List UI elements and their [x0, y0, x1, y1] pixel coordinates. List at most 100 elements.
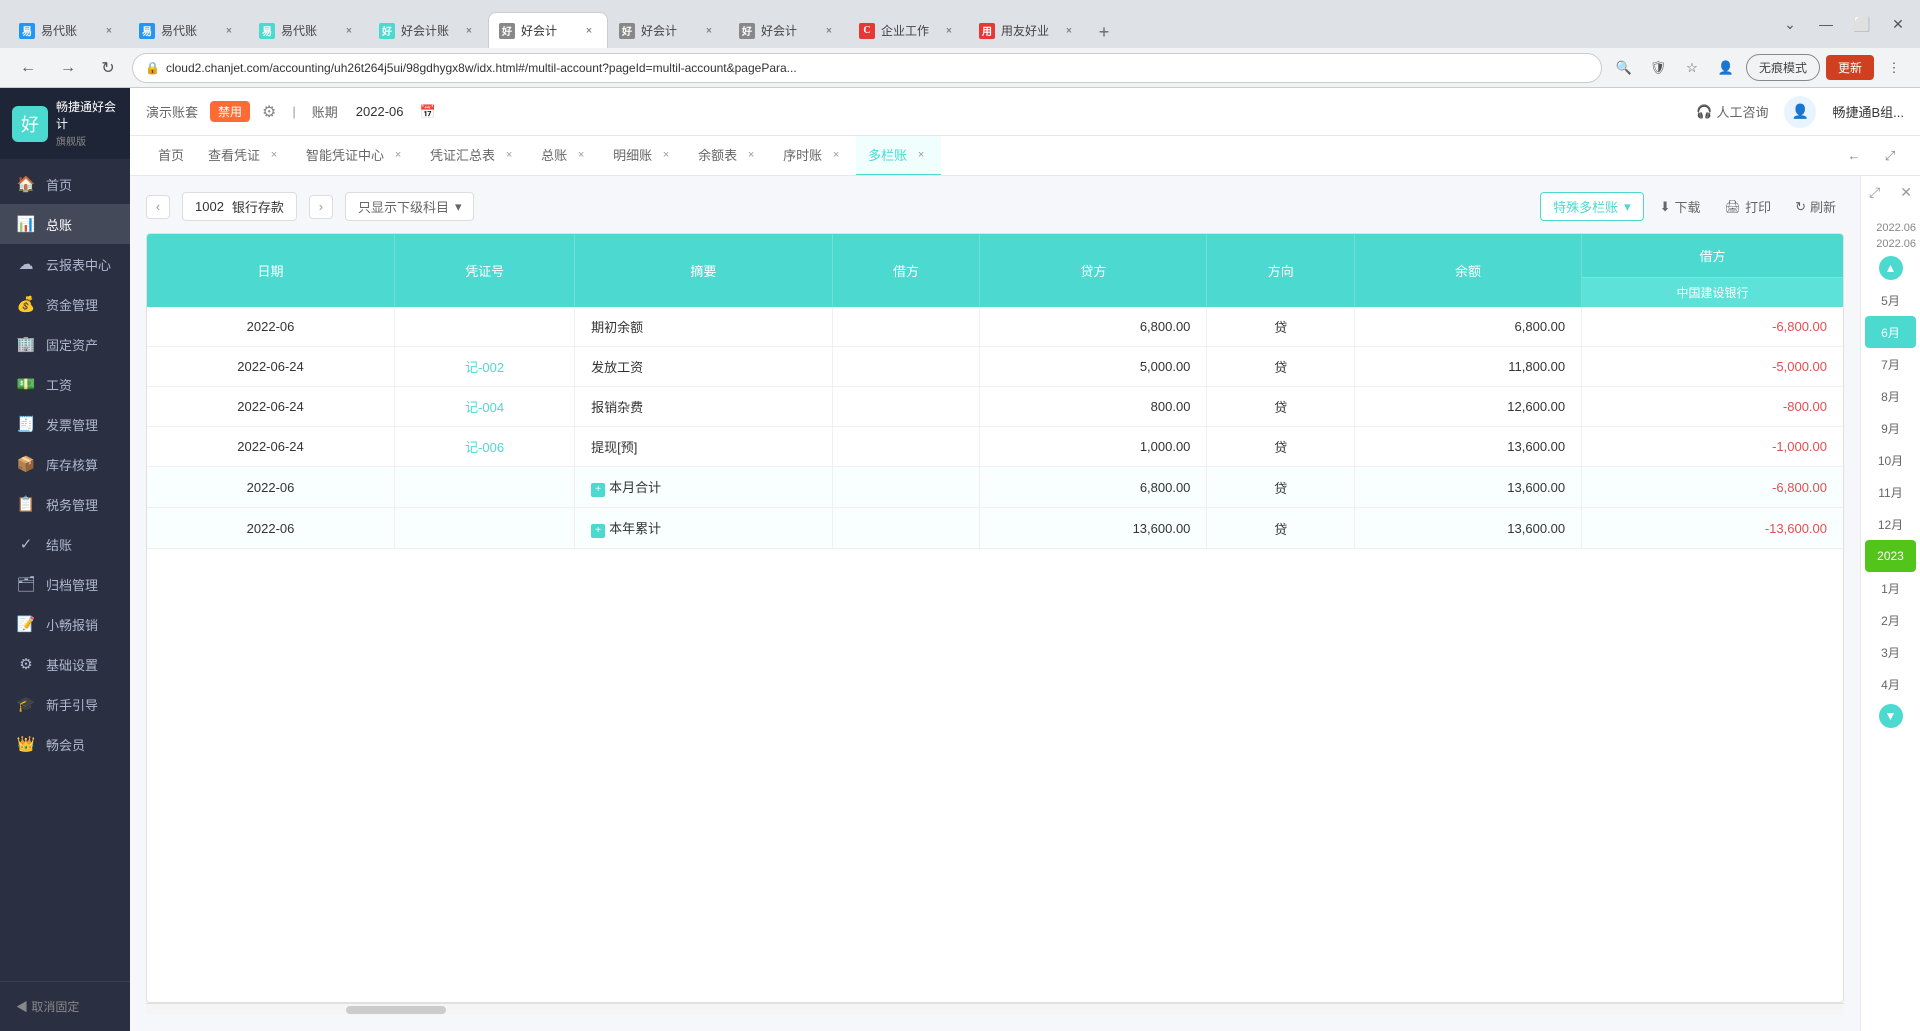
tab-close-4[interactable]: × — [461, 23, 477, 39]
browser-tab-2[interactable]: 易 易代账 × — [128, 12, 248, 48]
calendar-icon[interactable]: 📅 — [420, 104, 436, 120]
tab-close-6[interactable]: × — [701, 23, 717, 39]
sidebar-item-reports[interactable]: ☁ 云报表中心 — [0, 244, 130, 284]
print-button[interactable]: 🖨 打印 — [1717, 193, 1780, 220]
month-5[interactable]: 5月 — [1861, 284, 1920, 316]
month-10[interactable]: 10月 — [1861, 444, 1920, 476]
refresh-button[interactable]: ↻ 刷新 — [1787, 193, 1844, 220]
tab-close-2[interactable]: × — [221, 23, 237, 39]
download-button[interactable]: ⬇ 下载 — [1652, 193, 1709, 220]
back-button[interactable]: ← — [12, 52, 44, 84]
voucher-link-3[interactable]: 记-006 — [465, 440, 504, 455]
year-2023-badge[interactable]: 2023 — [1865, 540, 1916, 572]
next-account-button[interactable]: › — [309, 195, 333, 219]
prev-account-button[interactable]: ‹ — [146, 195, 170, 219]
tab-close-9[interactable]: × — [1061, 23, 1077, 39]
month-2[interactable]: 2月 — [1861, 604, 1920, 636]
scroll-down-button[interactable]: ▼ — [1879, 704, 1903, 728]
sidebar-item-funds[interactable]: 💰 资金管理 — [0, 284, 130, 324]
cell-voucher-2[interactable]: 记-004 — [395, 387, 575, 427]
sidebar-item-close[interactable]: ✓ 结账 — [0, 524, 130, 564]
month-3[interactable]: 3月 — [1861, 636, 1920, 668]
sidebar-item-archive[interactable]: 🗂 归档管理 — [0, 564, 130, 604]
collapse-left-button[interactable]: ← — [1840, 142, 1868, 170]
sidebar-item-assets[interactable]: 🏢 固定资产 — [0, 324, 130, 364]
close-window-button[interactable]: ✕ — [1884, 10, 1912, 38]
collapse-expand-button[interactable]: ⤢ — [1876, 142, 1904, 170]
month-6[interactable]: 6月 — [1865, 316, 1916, 348]
filter-button[interactable]: 只显示下级科目 ▾ — [345, 192, 475, 221]
tab-home[interactable]: 首页 — [146, 136, 196, 176]
tab-sequence-ledger[interactable]: 序时账 × — [771, 136, 856, 176]
tab-close-5[interactable]: × — [581, 23, 597, 39]
sidebar-item-expense[interactable]: 📝 小畅报销 — [0, 604, 130, 644]
sidebar-item-inventory[interactable]: 📦 库存核算 — [0, 444, 130, 484]
unpin-button[interactable]: ◀ 取消固定 — [0, 990, 130, 1023]
sidebar-item-settings[interactable]: ⚙ 基础设置 — [0, 644, 130, 684]
shield-icon[interactable]: 🛡 — [1644, 54, 1672, 82]
tab-general-ledger-close[interactable]: × — [573, 147, 589, 163]
notrack-button[interactable]: 无痕模式 — [1746, 54, 1820, 81]
voucher-link-1[interactable]: 记-002 — [465, 360, 504, 375]
special-columns-button[interactable]: 特殊多栏账 ▾ — [1540, 192, 1644, 221]
month-12[interactable]: 12月 — [1861, 508, 1920, 540]
star-icon[interactable]: ☆ — [1678, 54, 1706, 82]
reload-button[interactable]: ↻ — [92, 52, 124, 84]
month-8[interactable]: 8月 — [1861, 380, 1920, 412]
tab-smart-voucher[interactable]: 智能凭证中心 × — [294, 136, 418, 176]
sidebar-item-salary[interactable]: 💵 工资 — [0, 364, 130, 404]
tab-close-8[interactable]: × — [941, 23, 957, 39]
sidebar-item-tax[interactable]: 📋 税务管理 — [0, 484, 130, 524]
month-7[interactable]: 7月 — [1861, 348, 1920, 380]
update-button[interactable]: 更新 — [1826, 55, 1874, 80]
tab-list-button[interactable]: ⌄ — [1776, 10, 1804, 38]
tab-close-7[interactable]: × — [821, 23, 837, 39]
forward-button[interactable]: → — [52, 52, 84, 84]
panel-expand-button[interactable]: ⤢ — [1869, 184, 1880, 201]
cell-voucher-1[interactable]: 记-002 — [395, 347, 575, 387]
tab-voucher-view[interactable]: 查看凭证 × — [196, 136, 294, 176]
panel-close-button[interactable]: ✕ — [1900, 184, 1912, 201]
tab-balance[interactable]: 余额表 × — [686, 136, 771, 176]
tab-voucher-summary[interactable]: 凭证汇总表 × — [418, 136, 529, 176]
tab-voucher-view-close[interactable]: × — [266, 147, 282, 163]
tab-multi-column-close[interactable]: × — [913, 147, 929, 163]
voucher-link-2[interactable]: 记-004 — [465, 400, 504, 415]
tab-close-3[interactable]: × — [341, 23, 357, 39]
profile-icon[interactable]: 👤 — [1712, 54, 1740, 82]
tab-sequence-ledger-close[interactable]: × — [828, 147, 844, 163]
topbar-settings-icon[interactable]: ⚙ — [262, 102, 276, 122]
sidebar-item-home[interactable]: 🏠 首页 — [0, 164, 130, 204]
sidebar-item-member[interactable]: 👑 畅会员 — [0, 724, 130, 764]
tab-detail-ledger[interactable]: 明细账 × — [601, 136, 686, 176]
month-4[interactable]: 4月 — [1861, 668, 1920, 700]
browser-tab-9[interactable]: 用 用友好业 × — [968, 12, 1088, 48]
tab-smart-voucher-close[interactable]: × — [390, 147, 406, 163]
browser-tab-6[interactable]: 好 好会计 × — [608, 12, 728, 48]
browser-tab-7[interactable]: 好 好会计 × — [728, 12, 848, 48]
user-avatar[interactable]: 👤 — [1784, 96, 1816, 128]
browser-tab-1[interactable]: 易 易代账 × — [8, 12, 128, 48]
browser-tab-3[interactable]: 易 易代账 × — [248, 12, 368, 48]
month-11[interactable]: 11月 — [1861, 476, 1920, 508]
tab-multi-column[interactable]: 多栏账 × — [856, 136, 941, 176]
bottom-scrollbar[interactable] — [146, 1003, 1844, 1015]
tab-general-ledger[interactable]: 总账 × — [529, 136, 601, 176]
address-input[interactable]: 🔒 cloud2.chanjet.com/accounting/uh26t264… — [132, 53, 1602, 83]
support-button[interactable]: 🎧 人工咨询 — [1696, 102, 1768, 121]
new-tab-button[interactable]: + — [1088, 16, 1120, 48]
tab-voucher-summary-close[interactable]: × — [501, 147, 517, 163]
month-1[interactable]: 1月 — [1861, 572, 1920, 604]
minimize-button[interactable]: — — [1812, 10, 1840, 38]
tab-balance-close[interactable]: × — [743, 147, 759, 163]
browser-tab-8[interactable]: C 企业工作 × — [848, 12, 968, 48]
sidebar-item-guide[interactable]: 🎓 新手引导 — [0, 684, 130, 724]
sidebar-item-invoice[interactable]: 🧾 发票管理 — [0, 404, 130, 444]
browser-tab-5[interactable]: 好 好会计 × — [488, 12, 608, 48]
search-icon[interactable]: 🔍 — [1610, 54, 1638, 82]
tab-detail-ledger-close[interactable]: × — [658, 147, 674, 163]
tab-close-1[interactable]: × — [101, 23, 117, 39]
account-selector[interactable]: 1002 银行存款 — [182, 192, 297, 221]
month-9[interactable]: 9月 — [1861, 412, 1920, 444]
user-name[interactable]: 畅捷通B组... — [1832, 102, 1904, 121]
